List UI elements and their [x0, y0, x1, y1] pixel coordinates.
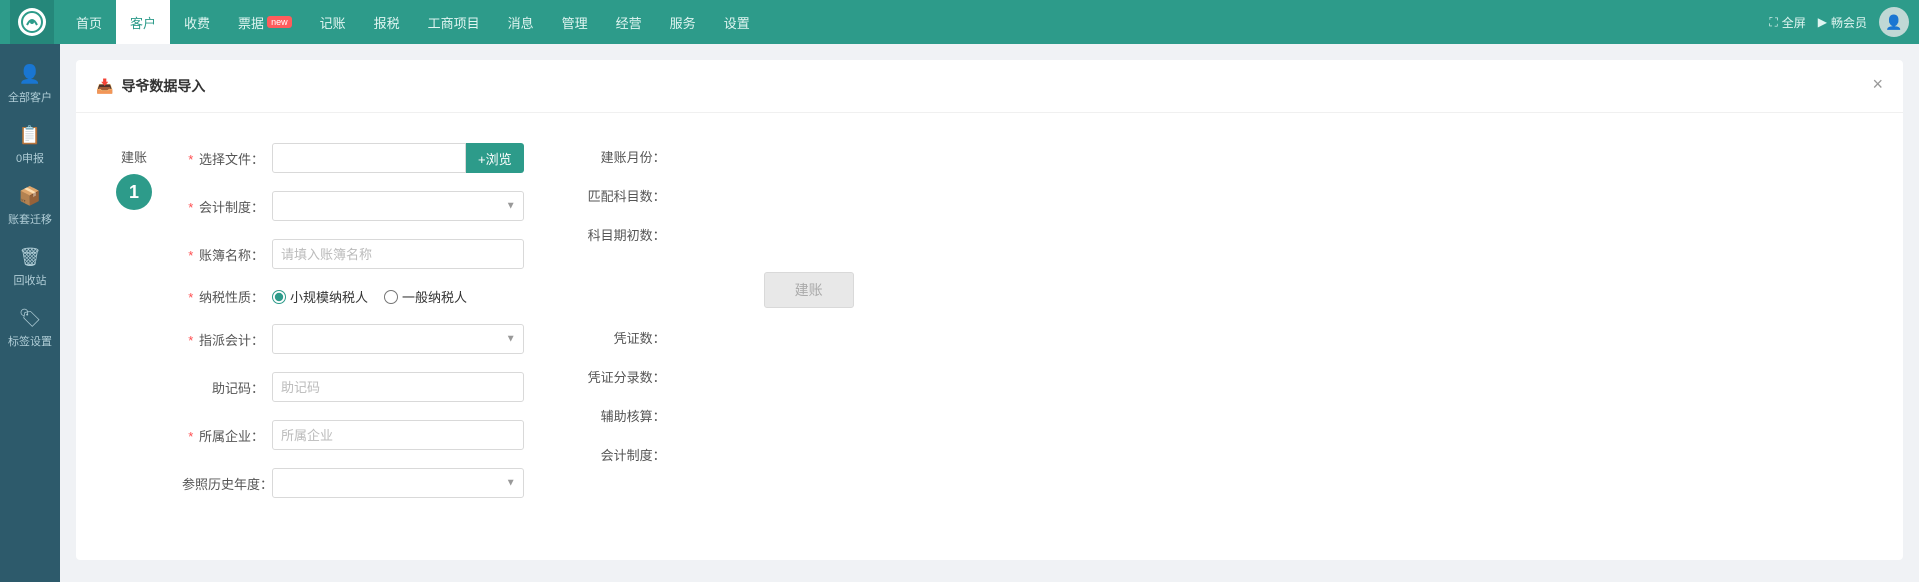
- fullscreen-icon: ⛶: [1769, 15, 1777, 30]
- member-button[interactable]: ▶ 畅会员: [1818, 14, 1867, 31]
- file-input-group: +浏览: [272, 143, 524, 173]
- accounting-system-label: 会计制度：: [584, 445, 674, 464]
- tax-radio-group: 小规模纳税人 一般纳税人: [272, 287, 524, 306]
- form-left: 建账 1 * 选择文件： +浏览: [116, 143, 524, 516]
- zero-declare-icon: 📋: [19, 125, 41, 146]
- ledger-label: * 账簿名称：: [182, 245, 272, 264]
- nav-home[interactable]: 首页: [62, 0, 116, 44]
- ledger-input[interactable]: [272, 239, 524, 269]
- tax-general[interactable]: 一般纳税人: [384, 287, 467, 306]
- fullscreen-button[interactable]: ⛶ 全屏: [1769, 14, 1805, 31]
- tax-small-scale[interactable]: 小规模纳税人: [272, 287, 368, 306]
- form-section: * 选择文件： +浏览 * 会计制度：: [182, 143, 524, 516]
- history-select[interactable]: [272, 468, 524, 498]
- accountant-row: * 指派会计： ▼: [182, 324, 524, 354]
- nav-invoice[interactable]: 票据 new: [224, 0, 306, 44]
- nav-manage[interactable]: 管理: [548, 0, 602, 44]
- import-icon: 📥: [96, 78, 113, 95]
- close-button[interactable]: ×: [1872, 74, 1883, 95]
- match-subject-label: 匹配科目数：: [584, 186, 674, 205]
- company-label: * 所属企业：: [182, 426, 272, 445]
- form-area: 建账 1 * 选择文件： +浏览: [76, 113, 1903, 546]
- new-badge: new: [267, 16, 292, 28]
- sidebar-item-all-customers[interactable]: 👤 全部客户: [0, 54, 60, 115]
- file-row: * 选择文件： +浏览: [182, 143, 524, 173]
- panel: 📥 导爷数据导入 × 建账 1 * 选择文件：: [76, 60, 1903, 560]
- tax-general-radio[interactable]: [384, 290, 398, 304]
- info-panel: 建账月份： 匹配科目数： 科目期初数： 建账 凭证数：: [584, 143, 864, 516]
- auxiliary-row: 辅助核算：: [584, 406, 864, 425]
- company-row: * 所属企业：: [182, 420, 524, 450]
- nav-right: ⛶ 全屏 ▶ 畅会员 👤: [1769, 7, 1909, 37]
- accounting-select-wrapper: ▼: [272, 191, 524, 221]
- browse-button[interactable]: +浏览: [466, 143, 524, 173]
- period-initial-label: 科目期初数：: [584, 225, 674, 244]
- top-nav: 首页 客户 收费 票据 new 记账 报税 工商项目 消息 管理 经营 服务 设…: [0, 0, 1919, 44]
- accounting-select[interactable]: [272, 191, 524, 221]
- member-icon: ▶: [1818, 15, 1827, 29]
- sidebar-item-recycle[interactable]: 🗑 回收站: [0, 237, 60, 298]
- recycle-icon: 🗑: [19, 247, 42, 268]
- sidebar-item-zero-declare[interactable]: 📋 0申报: [0, 115, 60, 176]
- accountant-select[interactable]: [272, 324, 524, 354]
- nav-bookkeeping[interactable]: 记账: [306, 0, 360, 44]
- history-select-wrapper: ▼: [272, 468, 524, 498]
- ledger-migrate-icon: 📦: [19, 186, 41, 207]
- tax-label: * 纳税性质：: [182, 287, 272, 306]
- memo-label: 助记码：: [182, 378, 272, 397]
- sidebar: 👤 全部客户 📋 0申报 📦 账套迁移 🗑 回收站 🏷 标签设置: [0, 44, 60, 582]
- nav-settings[interactable]: 设置: [710, 0, 764, 44]
- tax-row: * 纳税性质： 小规模纳税人 一般纳税人: [182, 287, 524, 306]
- tag-settings-icon: 🏷: [19, 308, 42, 329]
- main-content: 📥 导爷数据导入 × 建账 1 * 选择文件：: [60, 44, 1919, 582]
- tax-small-radio[interactable]: [272, 290, 286, 304]
- history-label: 参照历史年度：: [182, 474, 272, 493]
- auxiliary-label: 辅助核算：: [584, 406, 674, 425]
- voucher-row: 凭证数：: [584, 328, 864, 347]
- nav-billing[interactable]: 收费: [170, 0, 224, 44]
- step-label: 建账: [121, 147, 147, 166]
- nav-tax[interactable]: 报税: [360, 0, 414, 44]
- all-customers-icon: 👤: [19, 64, 41, 85]
- accounting-row: * 会计制度： ▼: [182, 191, 524, 221]
- accountant-label: * 指派会计：: [182, 330, 272, 349]
- logo-icon: [18, 8, 46, 36]
- sidebar-item-tag-settings[interactable]: 🏷 标签设置: [0, 298, 60, 359]
- build-account-button[interactable]: 建账: [764, 272, 854, 308]
- memo-row: 助记码：: [182, 372, 524, 402]
- step-badge: 1: [116, 174, 152, 210]
- accounting-system-row: 会计制度：: [584, 445, 864, 464]
- file-input[interactable]: [272, 143, 466, 173]
- memo-input[interactable]: [272, 372, 524, 402]
- nav-operation[interactable]: 经营: [602, 0, 656, 44]
- build-month-label: 建账月份：: [584, 147, 674, 166]
- nav-items: 首页 客户 收费 票据 new 记账 报税 工商项目 消息 管理 经营 服务 设…: [54, 0, 1769, 44]
- period-initial-row: 科目期初数：: [584, 225, 864, 244]
- company-input[interactable]: [272, 420, 524, 450]
- nav-business[interactable]: 工商项目: [414, 0, 494, 44]
- accounting-label: * 会计制度：: [182, 197, 272, 216]
- panel-header: 📥 导爷数据导入: [76, 60, 1903, 113]
- logo[interactable]: [10, 0, 54, 44]
- nav-message[interactable]: 消息: [494, 0, 548, 44]
- sidebar-item-ledger-migrate[interactable]: 📦 账套迁移: [0, 176, 60, 237]
- nav-customer[interactable]: 客户: [116, 0, 170, 44]
- voucher-entries-row: 凭证分录数：: [584, 367, 864, 386]
- voucher-entries-label: 凭证分录数：: [584, 367, 674, 386]
- history-row: 参照历史年度： ▼: [182, 468, 524, 498]
- accountant-select-wrapper: ▼: [272, 324, 524, 354]
- avatar[interactable]: 👤: [1879, 7, 1909, 37]
- ledger-row: * 账簿名称：: [182, 239, 524, 269]
- match-subject-row: 匹配科目数：: [584, 186, 864, 205]
- build-month-row: 建账月份：: [584, 147, 864, 166]
- nav-service[interactable]: 服务: [656, 0, 710, 44]
- file-label: * 选择文件：: [182, 149, 272, 168]
- voucher-label: 凭证数：: [584, 328, 674, 347]
- panel-title: 导爷数据导入: [121, 76, 205, 96]
